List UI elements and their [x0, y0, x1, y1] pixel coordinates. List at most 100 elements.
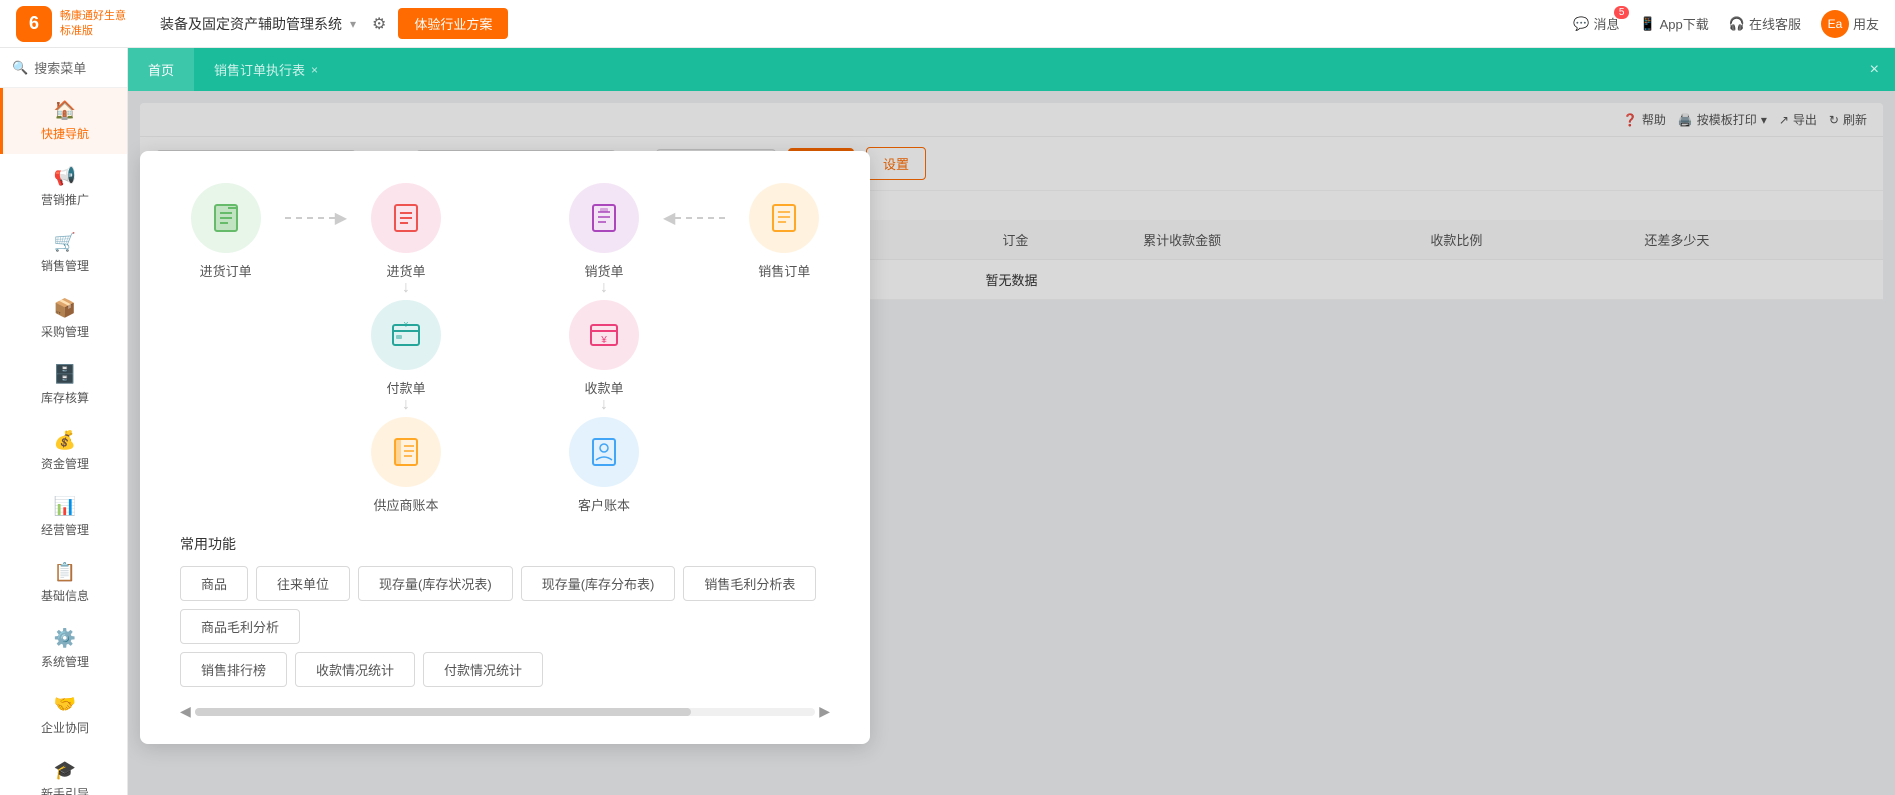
flow-node-customer-ledger[interactable]: 客户账本	[569, 417, 639, 514]
dropdown-arrow-icon[interactable]: ▾	[350, 17, 356, 31]
logo-text: 畅康通好生意 标准版	[60, 9, 126, 38]
arrow-so-sb: ◀	[663, 208, 725, 256]
purchase-bill-circle	[371, 183, 441, 253]
flow-node-purchase-bill[interactable]: 进货单	[371, 183, 441, 280]
experience-btn[interactable]: 体验行业方案	[398, 8, 508, 39]
supplier-ledger-label: 供应商账本	[373, 495, 438, 514]
func-btn-1[interactable]: 往来单位	[256, 566, 350, 601]
main-area: 🔍 搜索菜单 🏠 快捷导航 📢 营销推广 🛒 销售管理 📦 采购管理 🗄️	[0, 48, 1895, 795]
top-bar: 6 畅康通好生意 标准版 装备及固定资产辅助管理系统 ▾ ⚙ 体验行业方案 💬 …	[0, 0, 1895, 48]
online-service-item[interactable]: 🎧 在线客服	[1729, 14, 1801, 33]
tab-bar: 首页 销售订单执行表 × ×	[128, 48, 1895, 91]
message-badge: 5	[1614, 6, 1630, 19]
page-content: ❓ 帮助 🖨️ 按模板打印 ▾ ↗ 导出	[128, 91, 1895, 795]
purchase-bill-label: 进货单	[386, 261, 425, 280]
headset-icon: 🎧	[1729, 16, 1745, 32]
func-btn-2[interactable]: 现存量(库存状况表)	[358, 566, 513, 601]
common-functions: 常用功能 商品 往来单位 现存量(库存状况表) 现存量(库存分布表) 销售毛利分…	[180, 534, 830, 687]
arrow-po-pb: ▶	[285, 208, 347, 256]
logo-icon: 6	[16, 6, 52, 42]
purchase-order-circle	[191, 183, 261, 253]
sidebar-item-system[interactable]: ⚙️ 系统管理	[0, 616, 127, 682]
sidebar-item-finance[interactable]: 💰 资金管理	[0, 418, 127, 484]
func-btn-6[interactable]: 销售排行榜	[180, 652, 287, 687]
customer-ledger-label: 客户账本	[578, 495, 630, 514]
tab-sales-order[interactable]: 销售订单执行表 ×	[194, 48, 338, 91]
func-buttons: 商品 往来单位 现存量(库存状况表) 现存量(库存分布表) 销售毛利分析表 商品…	[180, 566, 830, 644]
purchase-icon: 📦	[54, 298, 76, 319]
gear-icon[interactable]: ⚙	[372, 14, 386, 34]
flow-node-receipt[interactable]: ¥ 收款单	[569, 300, 639, 397]
top-right: 💬 消息 5 📱 App下载 🎧 在线客服 Ea 用友	[1573, 10, 1879, 38]
payment-label: 付款单	[386, 378, 425, 397]
system-icon: ⚙️	[54, 628, 76, 649]
tab-home[interactable]: 首页	[128, 48, 194, 91]
app-download-item[interactable]: 📱 App下载	[1639, 14, 1708, 33]
sidebar: 🔍 搜索菜单 🏠 快捷导航 📢 营销推广 🛒 销售管理 📦 采购管理 🗄️	[0, 48, 128, 795]
modal-scrollbar: ◀ ▶	[180, 703, 830, 720]
modal-box: 进货订单 ▶	[140, 151, 870, 744]
message-icon: 💬	[1573, 16, 1589, 32]
svg-text:¥: ¥	[404, 322, 408, 329]
close-all-tabs[interactable]: ×	[1854, 61, 1895, 79]
func-btn-8[interactable]: 付款情况统计	[423, 652, 543, 687]
func-btn-7[interactable]: 收款情况统计	[295, 652, 415, 687]
inventory-icon: 🗄️	[54, 364, 76, 385]
sidebar-item-marketing[interactable]: 📢 营销推广	[0, 154, 127, 220]
basic-icon: 📋	[54, 562, 76, 583]
scrollbar-thumb	[195, 708, 691, 716]
avatar: Ea	[1821, 10, 1849, 38]
finance-icon: 💰	[54, 430, 76, 451]
sales-bill-circle	[569, 183, 639, 253]
sales-bill-label: 销货单	[584, 261, 623, 280]
phone-icon: 📱	[1639, 16, 1655, 32]
operation-icon: 📊	[54, 496, 76, 517]
func-btn-5[interactable]: 商品毛利分析	[180, 609, 300, 644]
func-btn-3[interactable]: 现存量(库存分布表)	[521, 566, 676, 601]
system-name: 装备及固定资产辅助管理系统	[160, 14, 342, 34]
func-buttons-row2: 销售排行榜 收款情况统计 付款情况统计	[180, 652, 830, 687]
func-btn-4[interactable]: 销售毛利分析表	[683, 566, 816, 601]
home-icon: 🏠	[54, 100, 76, 121]
sales-icon: 🛒	[54, 232, 76, 253]
logo-area: 6 畅康通好生意 标准版	[16, 6, 144, 42]
sidebar-item-basic[interactable]: 📋 基础信息	[0, 550, 127, 616]
sidebar-item-operation[interactable]: 📊 经营管理	[0, 484, 127, 550]
scroll-right-icon[interactable]: ▶	[819, 703, 830, 720]
sidebar-item-enterprise[interactable]: 🤝 企业协同	[0, 682, 127, 748]
customer-ledger-circle	[569, 417, 639, 487]
content-area: 首页 销售订单执行表 × × ❓ 帮助	[128, 48, 1895, 795]
payment-circle: ¥	[371, 300, 441, 370]
sidebar-item-inventory[interactable]: 🗄️ 库存核算	[0, 352, 127, 418]
scroll-left-icon[interactable]: ◀	[180, 703, 191, 720]
enterprise-icon: 🤝	[54, 694, 76, 715]
svg-text:¥: ¥	[600, 335, 607, 346]
newbie-icon: 🎓	[54, 760, 76, 781]
app-wrapper: 6 畅康通好生意 标准版 装备及固定资产辅助管理系统 ▾ ⚙ 体验行业方案 💬 …	[0, 0, 1895, 795]
sidebar-item-newbie[interactable]: 🎓 新手引导	[0, 748, 127, 795]
sidebar-item-purchase[interactable]: 📦 采购管理	[0, 286, 127, 352]
tab-close-icon[interactable]: ×	[311, 63, 318, 77]
func-btn-0[interactable]: 商品	[180, 566, 248, 601]
flow-node-supplier-ledger[interactable]: 供应商账本	[371, 417, 441, 514]
sidebar-search[interactable]: 🔍 搜索菜单	[0, 48, 127, 88]
modal-overlay[interactable]: 进货订单 ▶	[128, 91, 1895, 795]
sales-order-circle	[749, 183, 819, 253]
marketing-icon: 📢	[54, 166, 76, 187]
flow-node-payment[interactable]: ¥ 付款单	[371, 300, 441, 397]
scrollbar-track[interactable]	[195, 708, 815, 716]
supplier-ledger-circle	[371, 417, 441, 487]
purchase-order-label: 进货订单	[200, 261, 252, 280]
message-item[interactable]: 💬 消息 5	[1573, 14, 1619, 33]
sidebar-item-quick-nav[interactable]: 🏠 快捷导航	[0, 88, 127, 154]
search-icon: 🔍	[12, 60, 28, 76]
flow-node-sales-bill[interactable]: 销货单	[569, 183, 639, 280]
sidebar-item-sales[interactable]: 🛒 销售管理	[0, 220, 127, 286]
common-func-title: 常用功能	[180, 534, 830, 554]
user-item[interactable]: Ea 用友	[1821, 10, 1879, 38]
receipt-label: 收款单	[584, 378, 623, 397]
flow-node-purchase-order[interactable]: 进货订单	[191, 183, 261, 280]
system-title: 装备及固定资产辅助管理系统 ▾ ⚙	[160, 14, 386, 34]
flow-node-sales-order[interactable]: 销售订单	[749, 183, 819, 280]
sales-order-label: 销售订单	[758, 261, 810, 280]
